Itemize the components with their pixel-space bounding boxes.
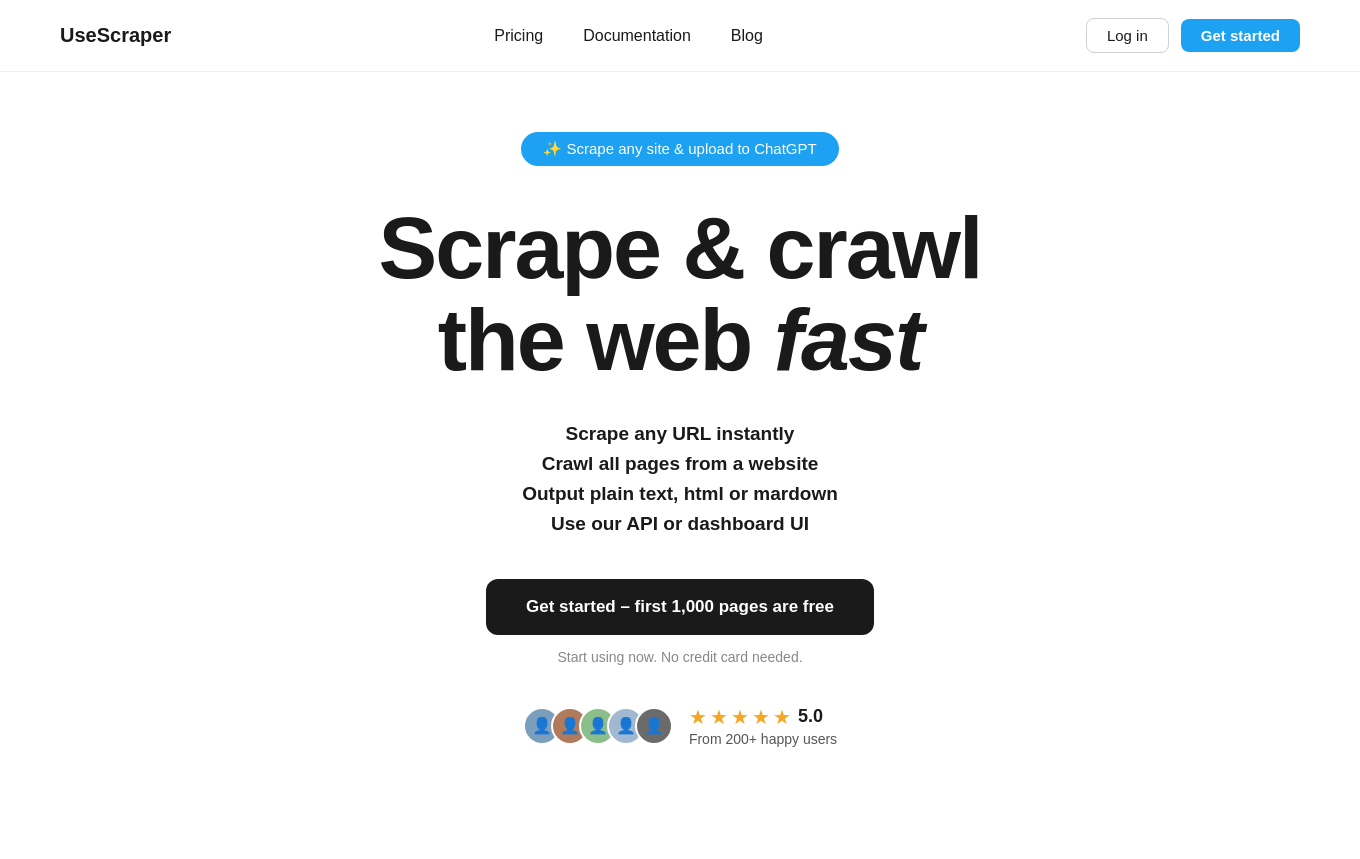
star-rating: ★ ★ ★ ★ ★ 5.0 <box>689 705 823 729</box>
avatar: 👤 <box>635 707 673 745</box>
nav-links: Pricing Documentation Blog <box>494 27 763 45</box>
social-proof: 👤 👤 👤 👤 👤 ★ ★ ★ ★ ★ 5.0 From 200+ happy … <box>523 705 837 747</box>
nav-link-pricing[interactable]: Pricing <box>494 27 543 45</box>
hero-title-line1: Scrape & crawl <box>379 198 982 297</box>
hero-subtext: Start using now. No credit card needed. <box>557 649 802 665</box>
star-icon: ★ <box>689 705 707 729</box>
get-started-nav-button[interactable]: Get started <box>1181 19 1300 52</box>
nav-actions: Log in Get started <box>1086 18 1300 53</box>
hero-feature-2: Crawl all pages from a website <box>522 453 838 475</box>
hero-section: ✨ Scrape any site & upload to ChatGPT Sc… <box>0 72 1360 787</box>
rating-score: 5.0 <box>798 706 823 727</box>
hero-feature-1: Scrape any URL instantly <box>522 423 838 445</box>
nav-link-documentation[interactable]: Documentation <box>583 27 691 45</box>
hero-features: Scrape any URL instantly Crawl all pages… <box>522 423 838 535</box>
hero-title: Scrape & crawl the web fast <box>379 202 982 387</box>
cta-button[interactable]: Get started – first 1,000 pages are free <box>486 579 874 635</box>
hero-title-line2: the web <box>438 290 774 389</box>
star-icon: ★ <box>773 705 791 729</box>
rating-section: ★ ★ ★ ★ ★ 5.0 From 200+ happy users <box>689 705 837 747</box>
star-icon: ★ <box>731 705 749 729</box>
star-icon: ★ <box>710 705 728 729</box>
avatar-group: 👤 👤 👤 👤 👤 <box>523 707 673 745</box>
hero-badge[interactable]: ✨ Scrape any site & upload to ChatGPT <box>521 132 838 166</box>
hero-title-italic: fast <box>774 290 923 389</box>
rating-label: From 200+ happy users <box>689 731 837 747</box>
logo[interactable]: UseScraper <box>60 24 171 47</box>
star-icon: ★ <box>752 705 770 729</box>
hero-feature-4: Use our API or dashboard UI <box>522 513 838 535</box>
navbar: UseScraper Pricing Documentation Blog Lo… <box>0 0 1360 72</box>
hero-feature-3: Output plain text, html or mardown <box>522 483 838 505</box>
login-button[interactable]: Log in <box>1086 18 1169 53</box>
nav-link-blog[interactable]: Blog <box>731 27 763 45</box>
